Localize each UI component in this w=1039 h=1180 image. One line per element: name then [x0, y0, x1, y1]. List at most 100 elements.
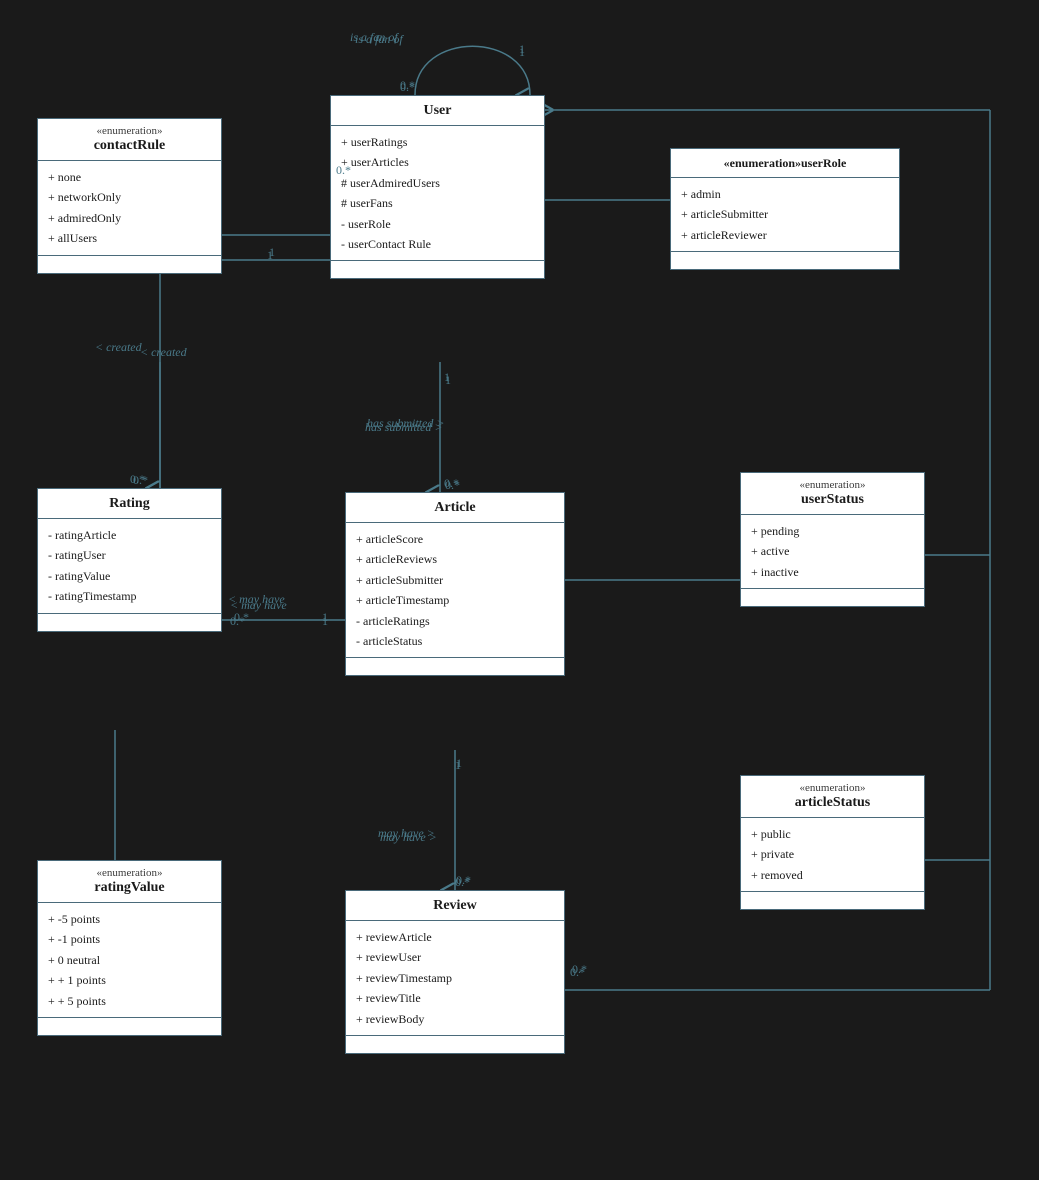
mult-0-many-cr: 0.*: [336, 163, 351, 178]
user-role-class-footer: [671, 251, 899, 269]
rating-class-box: Rating - ratingArticle - ratingUser - ra…: [37, 488, 222, 632]
user-role-class-header: «enumeration»userRole: [671, 149, 899, 178]
rating-value-attr-3: + 0 neutral: [48, 950, 211, 970]
contact-rule-attr-4: + allUsers: [48, 228, 211, 248]
user-class-body: + userRatings + userArticles # userAdmir…: [331, 126, 544, 260]
user-status-attr-1: + pending: [751, 521, 914, 541]
has-submitted-text: has submitted >: [367, 416, 444, 431]
rating-class-name: Rating: [109, 496, 149, 511]
rating-value-class-footer: [38, 1017, 221, 1035]
contact-rule-class-footer: [38, 255, 221, 273]
may-have2-text: may have >: [378, 826, 435, 841]
contact-rule-stereotype: «enumeration»: [48, 125, 211, 137]
user-class-footer: [331, 260, 544, 278]
review-attr-5: + reviewBody: [356, 1009, 554, 1029]
article-status-class-body: + public + private + removed: [741, 818, 924, 891]
user-class-name: User: [424, 103, 452, 118]
user-status-class-body: + pending + active + inactive: [741, 515, 924, 588]
contact-rule-attr-3: + admiredOnly: [48, 208, 211, 228]
is-a-fan-of-text: is a fan of: [350, 30, 398, 45]
review-attr-1: + reviewArticle: [356, 927, 554, 947]
article-attr-4: + articleTimestamp: [356, 590, 554, 610]
user-status-attr-2: + active: [751, 541, 914, 561]
rating-value-attr-1: + -5 points: [48, 909, 211, 929]
rating-value-attr-4: + + 1 points: [48, 970, 211, 990]
review-class-footer: [346, 1035, 564, 1053]
user-role-attr-2: + articleSubmitter: [681, 204, 889, 224]
article-class-header: Article: [346, 493, 564, 523]
mult-0-many-created: 0.*: [133, 473, 148, 488]
user-class-header: User: [331, 96, 544, 126]
user-attr-2: + userArticles: [341, 152, 534, 172]
article-class-name: Article: [434, 500, 475, 515]
review-attr-2: + reviewUser: [356, 947, 554, 967]
article-status-attr-1: + public: [751, 824, 914, 844]
rating-attr-1: - ratingArticle: [48, 525, 211, 545]
mult-0-many-mh2: 0.*: [456, 873, 471, 888]
rating-attr-2: - ratingUser: [48, 545, 211, 565]
rating-class-body: - ratingArticle - ratingUser - ratingVal…: [38, 519, 221, 613]
user-role-attr-1: + admin: [681, 184, 889, 204]
user-status-class-header: «enumeration» userStatus: [741, 473, 924, 515]
article-status-class-name: articleStatus: [795, 795, 870, 810]
user-status-class-footer: [741, 588, 924, 606]
user-role-class-box: «enumeration»userRole + admin + articleS…: [670, 148, 900, 270]
article-status-class-header: «enumeration» articleStatus: [741, 776, 924, 818]
contact-rule-class-name: contactRule: [94, 138, 166, 153]
mult-1-hs: 1: [444, 370, 450, 385]
user-class-box: User + userRatings + userArticles # user…: [330, 95, 545, 279]
contact-rule-class-body: + none + networkOnly + admiredOnly + all…: [38, 161, 221, 255]
article-status-attr-2: + private: [751, 844, 914, 864]
rating-value-class-body: + -5 points + -1 points + 0 neutral + + …: [38, 903, 221, 1017]
mult-0-many-fanof: 0.*: [400, 78, 415, 93]
article-attr-5: - articleRatings: [356, 611, 554, 631]
rating-class-header: Rating: [38, 489, 221, 519]
article-class-box: Article + articleScore + articleReviews …: [345, 492, 565, 676]
article-class-footer: [346, 657, 564, 675]
user-status-stereotype: «enumeration»: [751, 479, 914, 491]
article-attr-6: - articleStatus: [356, 631, 554, 651]
article-attr-2: + articleReviews: [356, 549, 554, 569]
contact-rule-class-box: «enumeration» contactRule + none + netwo…: [37, 118, 222, 274]
contact-rule-attr-1: + none: [48, 167, 211, 187]
user-attr-1: + userRatings: [341, 132, 534, 152]
user-role-class-body: + admin + articleSubmitter + articleRevi…: [671, 178, 899, 251]
article-status-attr-3: + removed: [751, 865, 914, 885]
review-class-box: Review + reviewArticle + reviewUser + re…: [345, 890, 565, 1054]
rating-attr-3: - ratingValue: [48, 566, 211, 586]
contact-rule-attr-2: + networkOnly: [48, 187, 211, 207]
user-status-attr-3: + inactive: [751, 562, 914, 582]
rating-value-attr-5: + + 5 points: [48, 991, 211, 1011]
user-attr-6: - userContact Rule: [341, 234, 534, 254]
user-status-class-box: «enumeration» userStatus + pending + act…: [740, 472, 925, 607]
review-class-name: Review: [433, 898, 477, 913]
created-label: < created: [140, 345, 187, 360]
article-status-stereotype: «enumeration»: [751, 782, 914, 794]
may-have-text: < may have: [228, 592, 285, 607]
article-attr-3: + articleSubmitter: [356, 570, 554, 590]
mult-0-many-hs: 0.*: [444, 476, 459, 491]
article-status-class-footer: [741, 891, 924, 909]
contact-rule-class-header: «enumeration» contactRule: [38, 119, 221, 161]
mult-0-many-mh: 0.*: [234, 610, 249, 625]
user-attr-5: - userRole: [341, 214, 534, 234]
rating-value-class-name: ratingValue: [94, 880, 164, 895]
user-role-class-name: «enumeration»userRole: [724, 156, 847, 170]
mult-1-cr: 1: [269, 245, 275, 260]
user-attr-3: # userAdmiredUsers: [341, 173, 534, 193]
rating-attr-4: - ratingTimestamp: [48, 586, 211, 606]
review-class-header: Review: [346, 891, 564, 921]
user-attr-4: # userFans: [341, 193, 534, 213]
mult-1-fanof: 1: [519, 42, 525, 57]
rating-value-class-header: «enumeration» ratingValue: [38, 861, 221, 903]
mult-0-many-rev: 0.*: [572, 962, 587, 977]
user-role-attr-3: + articleReviewer: [681, 225, 889, 245]
rating-value-attr-2: + -1 points: [48, 929, 211, 949]
rating-value-class-box: «enumeration» ratingValue + -5 points + …: [37, 860, 222, 1036]
rating-class-footer: [38, 613, 221, 631]
article-class-body: + articleScore + articleReviews + articl…: [346, 523, 564, 657]
review-attr-4: + reviewTitle: [356, 988, 554, 1008]
created-text: < created: [95, 340, 142, 355]
rating-value-stereotype: «enumeration»: [48, 867, 211, 879]
mult-1-mh: 1: [322, 610, 328, 625]
